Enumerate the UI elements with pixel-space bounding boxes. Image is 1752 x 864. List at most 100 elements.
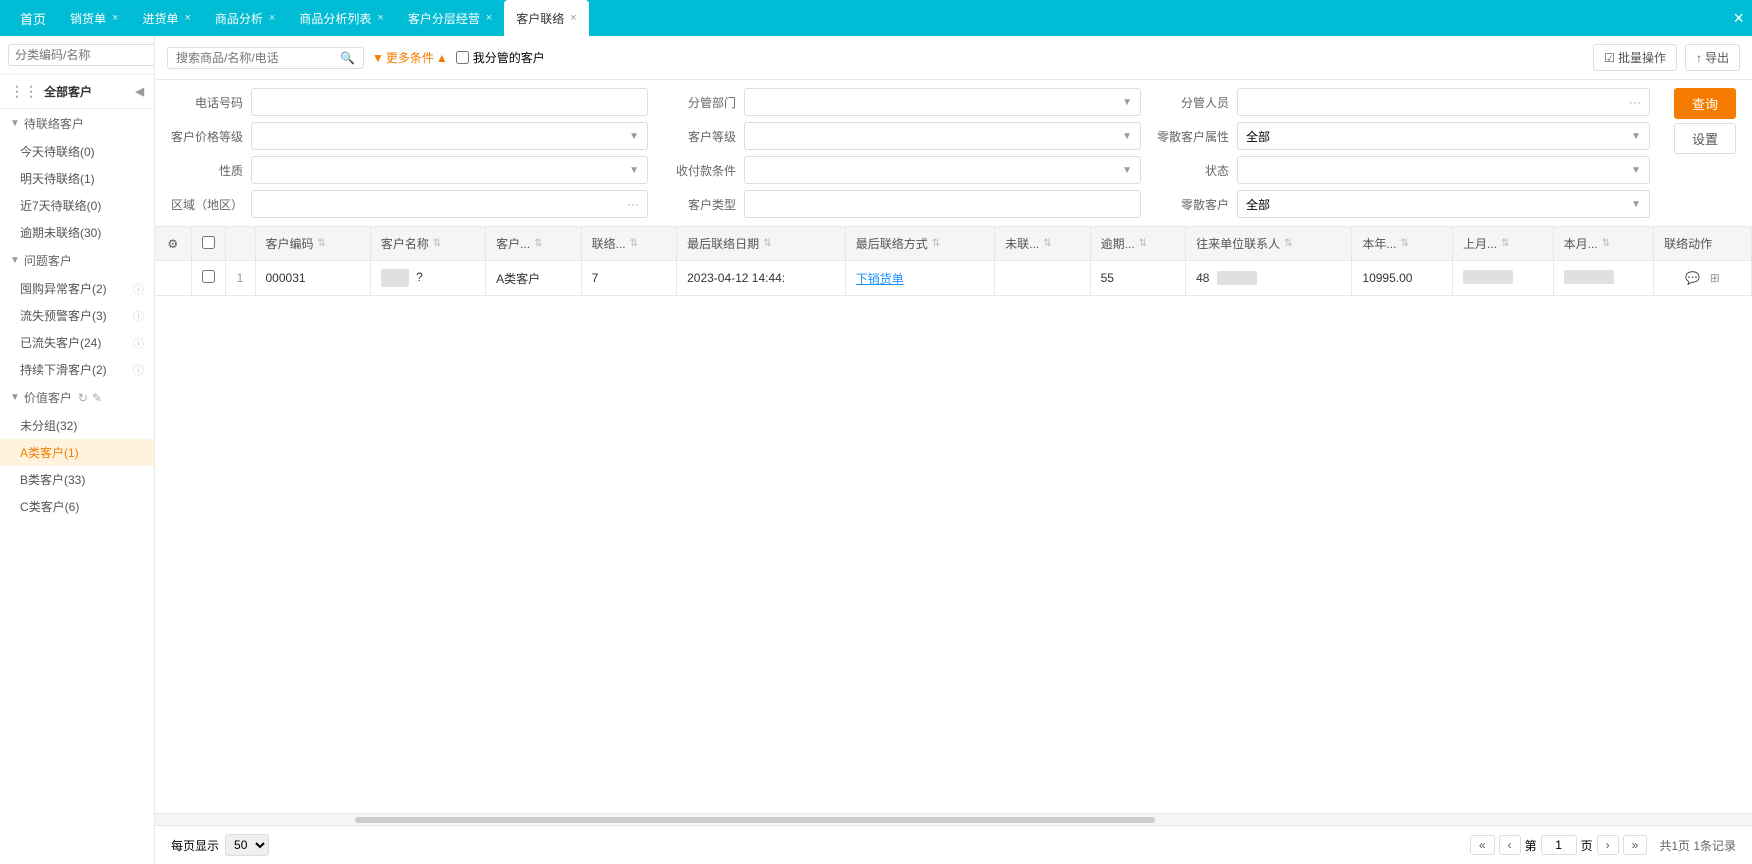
nav-product-analysis[interactable]: 商品分析 × [203, 0, 287, 36]
my-customers-check[interactable] [456, 51, 469, 64]
cell-contact-count: 7 [581, 261, 676, 296]
col-last-month[interactable]: 上月... ⇅ [1453, 227, 1554, 261]
batch-ops-button[interactable]: ☑ 批量操作 [1593, 44, 1677, 71]
query-button[interactable]: 查询 [1674, 88, 1736, 119]
sidebar-item-7days[interactable]: 近7天待联络(0) [0, 192, 154, 219]
col-last-contact-date[interactable]: 最后联络日期 ⇅ [677, 227, 846, 261]
sidebar-item-class-b[interactable]: B类客户(33) [0, 466, 154, 493]
group-problem-customers[interactable]: ▼ 问题客户 [0, 246, 154, 275]
cust-level-caret: ▼ [1122, 131, 1132, 142]
manager-input[interactable]: ··· [1237, 88, 1650, 116]
cell-last-date: 2023-04-12 14:44: [677, 261, 846, 296]
last-type-link[interactable]: 下销货单 [856, 272, 904, 286]
group-value-customers[interactable]: ▼ 价值客户 ↻ ✎ [0, 383, 154, 412]
nav-sales[interactable]: 销货单 × [58, 0, 130, 36]
close-product-analysis-tab[interactable]: × [269, 12, 275, 24]
payment-select[interactable]: ▼ [744, 156, 1141, 184]
col-code[interactable]: 客户编码 ⇅ [255, 227, 370, 261]
sidebar-item-declining[interactable]: 持续下滑客户(2) ⓘ [0, 356, 154, 383]
cell-last-type[interactable]: 下销货单 [845, 261, 994, 296]
prev-page-button[interactable]: ‹ [1499, 835, 1521, 855]
sidebar-item-class-a[interactable]: A类客户(1) [0, 439, 154, 466]
price-level-label: 客户价格等级 [171, 128, 251, 145]
payment-label: 收付款条件 [664, 162, 744, 179]
phone-input[interactable] [251, 88, 648, 116]
edit-icon[interactable]: ✎ [92, 391, 102, 405]
dept-select[interactable]: ▼ [744, 88, 1141, 116]
filter-region: 区域（地区） ··· [171, 190, 664, 218]
close-customer-tier-tab[interactable]: × [486, 12, 492, 24]
dept-caret: ▼ [1122, 97, 1132, 108]
col-level[interactable]: 客户... ⇅ [486, 227, 581, 261]
col-last-contact-type[interactable]: 最后联络方式 ⇅ [845, 227, 994, 261]
per-page-select[interactable]: 50 [225, 834, 269, 856]
more-filters-btn[interactable]: ▼ 更多条件 ▲ [372, 49, 448, 66]
first-page-button[interactable]: « [1470, 835, 1495, 855]
col-this-year[interactable]: 本年... ⇅ [1352, 227, 1453, 261]
sidebar-item-tomorrow[interactable]: 明天待联络(1) [0, 165, 154, 192]
col-this-month[interactable]: 本月... ⇅ [1553, 227, 1654, 261]
status-select[interactable]: ▼ [1237, 156, 1650, 184]
sidebar-collapse-icon[interactable]: ◀ [136, 85, 144, 98]
info-icon-3: ⓘ [133, 335, 144, 351]
filter-search-icon[interactable]: 🔍 [340, 51, 355, 65]
cust-level-select[interactable]: ▼ [744, 122, 1141, 150]
sidebar-item-churned[interactable]: 已流失客户(24) ⓘ [0, 329, 154, 356]
chat-action-icon[interactable]: 💬 [1685, 271, 1700, 285]
sidebar-item-churn-warning[interactable]: 流失预警客户(3) ⓘ [0, 302, 154, 329]
row-checkbox[interactable] [202, 270, 215, 283]
sidebar-item-overdue[interactable]: 逾期未联络(30) [0, 219, 154, 246]
filter-customer-type: 客户类型 [664, 190, 1157, 218]
close-product-analysis-list-tab[interactable]: × [377, 12, 383, 24]
nav-product-analysis-list[interactable]: 商品分析列表 × [287, 0, 395, 36]
sidebar-item-class-c[interactable]: C类客户(6) [0, 493, 154, 520]
close-all-tabs[interactable]: × [1733, 8, 1744, 29]
nav-customer-contact[interactable]: 客户联络 × [504, 0, 588, 36]
all-customers-item[interactable]: ⋮⋮ 全部客户 ◀ [0, 75, 154, 109]
sidebar-item-abnormal[interactable]: 囤购异常客户(2) ⓘ [0, 275, 154, 302]
grid-action-icon[interactable]: ⊞ [1710, 271, 1720, 285]
nav-home[interactable]: 首页 [8, 0, 58, 36]
close-purchase-tab[interactable]: × [184, 12, 190, 24]
nature-label: 性质 [171, 162, 251, 179]
sidebar: 🔍 ⋮⋮ 全部客户 ◀ ▼ 待联络客户 今天待联络(0) 明天待联络(1) 近7… [0, 36, 155, 864]
col-contact[interactable]: 联络... ⇅ [581, 227, 676, 261]
close-customer-contact-tab[interactable]: × [570, 12, 576, 24]
col-unit-contact[interactable]: 往来单位联系人 ⇅ [1186, 227, 1352, 261]
my-customers-checkbox[interactable]: 我分管的客户 [456, 49, 545, 66]
retail-cust-select[interactable]: 全部 ▼ [1237, 190, 1650, 218]
cust-type-input[interactable] [744, 190, 1141, 218]
export-button[interactable]: ↑ 导出 [1685, 44, 1740, 71]
filter-search-input[interactable] [176, 51, 336, 65]
horizontal-scrollbar[interactable] [355, 817, 1155, 823]
retail-attr-select[interactable]: 全部 ▼ [1237, 122, 1650, 150]
cell-checkbox [191, 261, 225, 296]
nature-select[interactable]: ▼ [251, 156, 648, 184]
next-page-button[interactable]: › [1597, 835, 1619, 855]
sort-contact-icon: ⇅ [630, 238, 638, 249]
close-sales-tab[interactable]: × [112, 12, 118, 24]
nav-customer-tier[interactable]: 客户分层经营 × [396, 0, 504, 36]
col-overdue[interactable]: 逾期... ⇅ [1090, 227, 1185, 261]
group-pending-contact[interactable]: ▼ 待联络客户 [0, 109, 154, 138]
category-search-input[interactable] [8, 44, 155, 66]
nav-purchase[interactable]: 进货单 × [130, 0, 202, 36]
dept-label: 分管部门 [664, 94, 744, 111]
price-level-caret: ▼ [629, 131, 639, 142]
last-page-button[interactable]: » [1623, 835, 1648, 855]
settings-button[interactable]: 设置 [1674, 123, 1736, 154]
refresh-icon[interactable]: ↻ [78, 391, 88, 405]
col-no-contact[interactable]: 未联... ⇅ [995, 227, 1090, 261]
cell-level: A类客户 [486, 261, 581, 296]
price-level-select[interactable]: ▼ [251, 122, 648, 150]
region-input[interactable]: ··· [251, 190, 648, 218]
page-number-input[interactable] [1541, 835, 1577, 855]
col-settings[interactable]: ⚙ [155, 227, 191, 261]
select-all-checkbox[interactable] [202, 236, 215, 249]
sidebar-item-today[interactable]: 今天待联络(0) [0, 138, 154, 165]
col-name[interactable]: 客户名称 ⇅ [370, 227, 485, 261]
manager-dots: ··· [1629, 95, 1641, 109]
filter-row-4: 区域（地区） ··· 客户类型 零散客户 [171, 190, 1650, 218]
sidebar-item-ungrouped[interactable]: 未分组(32) [0, 412, 154, 439]
retail-cust-caret: ▼ [1631, 199, 1641, 210]
